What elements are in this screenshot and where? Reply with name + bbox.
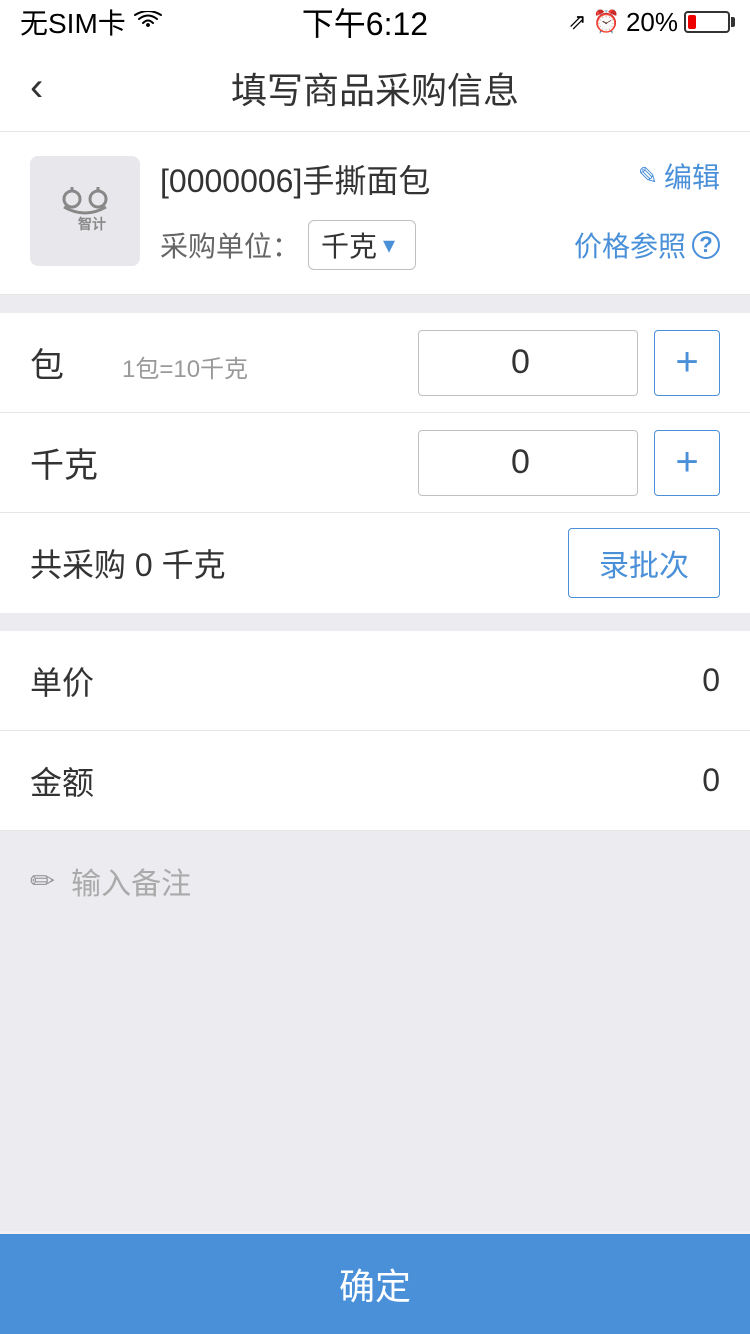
- record-batch-button[interactable]: 录批次: [568, 528, 720, 598]
- bag-input-wrapper: +: [248, 330, 720, 396]
- record-batch-label: 录批次: [599, 550, 689, 583]
- wifi-icon: [134, 6, 162, 38]
- kg-plus-button[interactable]: +: [654, 430, 720, 496]
- note-placeholder: 输入备注: [71, 859, 191, 903]
- battery-percent: 20%: [626, 7, 678, 38]
- product-card: 智计 [0000006]手撕面包 ✎ 编辑 采购单位： 千克 ▾ 价格参照: [0, 132, 750, 295]
- unit-value: 千克: [321, 225, 377, 265]
- kg-input[interactable]: [418, 430, 638, 496]
- kg-label: 千克: [30, 438, 110, 487]
- price-ref-icon: ?: [692, 231, 720, 259]
- back-button[interactable]: ‹: [30, 65, 43, 110]
- product-header: [0000006]手撕面包 ✎ 编辑: [160, 156, 720, 202]
- summary-text: 共采购 0 千克: [30, 540, 226, 586]
- status-right: ⇗ ⏰ 20%: [568, 7, 730, 38]
- amount-value: 0: [702, 762, 720, 799]
- carrier-text: 无SIM卡: [20, 2, 126, 42]
- bag-label: 包: [30, 338, 110, 387]
- product-unit-row: 采购单位： 千克 ▾ 价格参照 ?: [160, 220, 720, 270]
- section-divider-2: [0, 613, 750, 631]
- edit-button[interactable]: ✎ 编辑: [638, 156, 720, 196]
- product-image: 智计: [30, 156, 140, 266]
- bag-sub-label: 1包=10千克: [122, 349, 248, 384]
- confirm-label: 确定: [339, 1258, 411, 1310]
- product-name: [0000006]手撕面包: [160, 156, 430, 202]
- location-icon: ⇗: [568, 9, 586, 35]
- kg-plus-icon: +: [675, 440, 698, 485]
- status-bar: 无SIM卡 下午6:12 ⇗ ⏰ 20%: [0, 0, 750, 44]
- unit-dropdown[interactable]: 千克 ▾: [308, 220, 416, 270]
- price-ref-label: 价格参照: [574, 225, 686, 265]
- kg-input-wrapper: +: [110, 430, 720, 496]
- bag-plus-icon: +: [675, 340, 698, 385]
- bag-plus-button[interactable]: +: [654, 330, 720, 396]
- bag-row: 包 1包=10千克 +: [0, 313, 750, 413]
- edit-label: 编辑: [664, 156, 720, 196]
- unit-prefix: 采购单位：: [160, 225, 300, 265]
- confirm-button[interactable]: 确定: [0, 1234, 750, 1334]
- product-info: [0000006]手撕面包 ✎ 编辑 采购单位： 千克 ▾ 价格参照 ?: [160, 156, 720, 270]
- nav-bar: ‹ 填写商品采购信息: [0, 44, 750, 132]
- alarm-icon: ⏰: [593, 9, 620, 35]
- status-left: 无SIM卡: [20, 2, 162, 42]
- summary-row: 共采购 0 千克 录批次: [0, 513, 750, 613]
- note-section[interactable]: ✏ 输入备注: [0, 831, 750, 931]
- kg-row: 千克 +: [0, 413, 750, 513]
- status-time: 下午6:12: [302, 0, 428, 45]
- edit-icon: ✎: [638, 162, 658, 191]
- back-icon: ‹: [30, 65, 43, 109]
- unit-price-label: 单价: [30, 658, 94, 704]
- main-content-area: [0, 931, 750, 1231]
- bag-label-wrapper: 包 1包=10千克: [30, 338, 248, 387]
- amount-label: 金额: [30, 758, 94, 804]
- section-divider-1: [0, 295, 750, 313]
- svg-text:智计: 智计: [77, 216, 106, 232]
- page-title: 填写商品采购信息: [231, 62, 519, 114]
- bag-input[interactable]: [418, 330, 638, 396]
- unit-price-value: 0: [702, 662, 720, 699]
- amount-row: 金额 0: [0, 731, 750, 831]
- form-section: 包 1包=10千克 + 千克 + 共采购 0 千克 录批次: [0, 313, 750, 613]
- battery-icon: [684, 11, 730, 33]
- price-section: 单价 0 金额 0: [0, 631, 750, 831]
- product-logo: 智计: [50, 171, 120, 251]
- unit-price-row: 单价 0: [0, 631, 750, 731]
- note-icon: ✏: [30, 864, 55, 899]
- dropdown-arrow: ▾: [383, 231, 395, 260]
- price-reference-button[interactable]: 价格参照 ?: [574, 225, 720, 265]
